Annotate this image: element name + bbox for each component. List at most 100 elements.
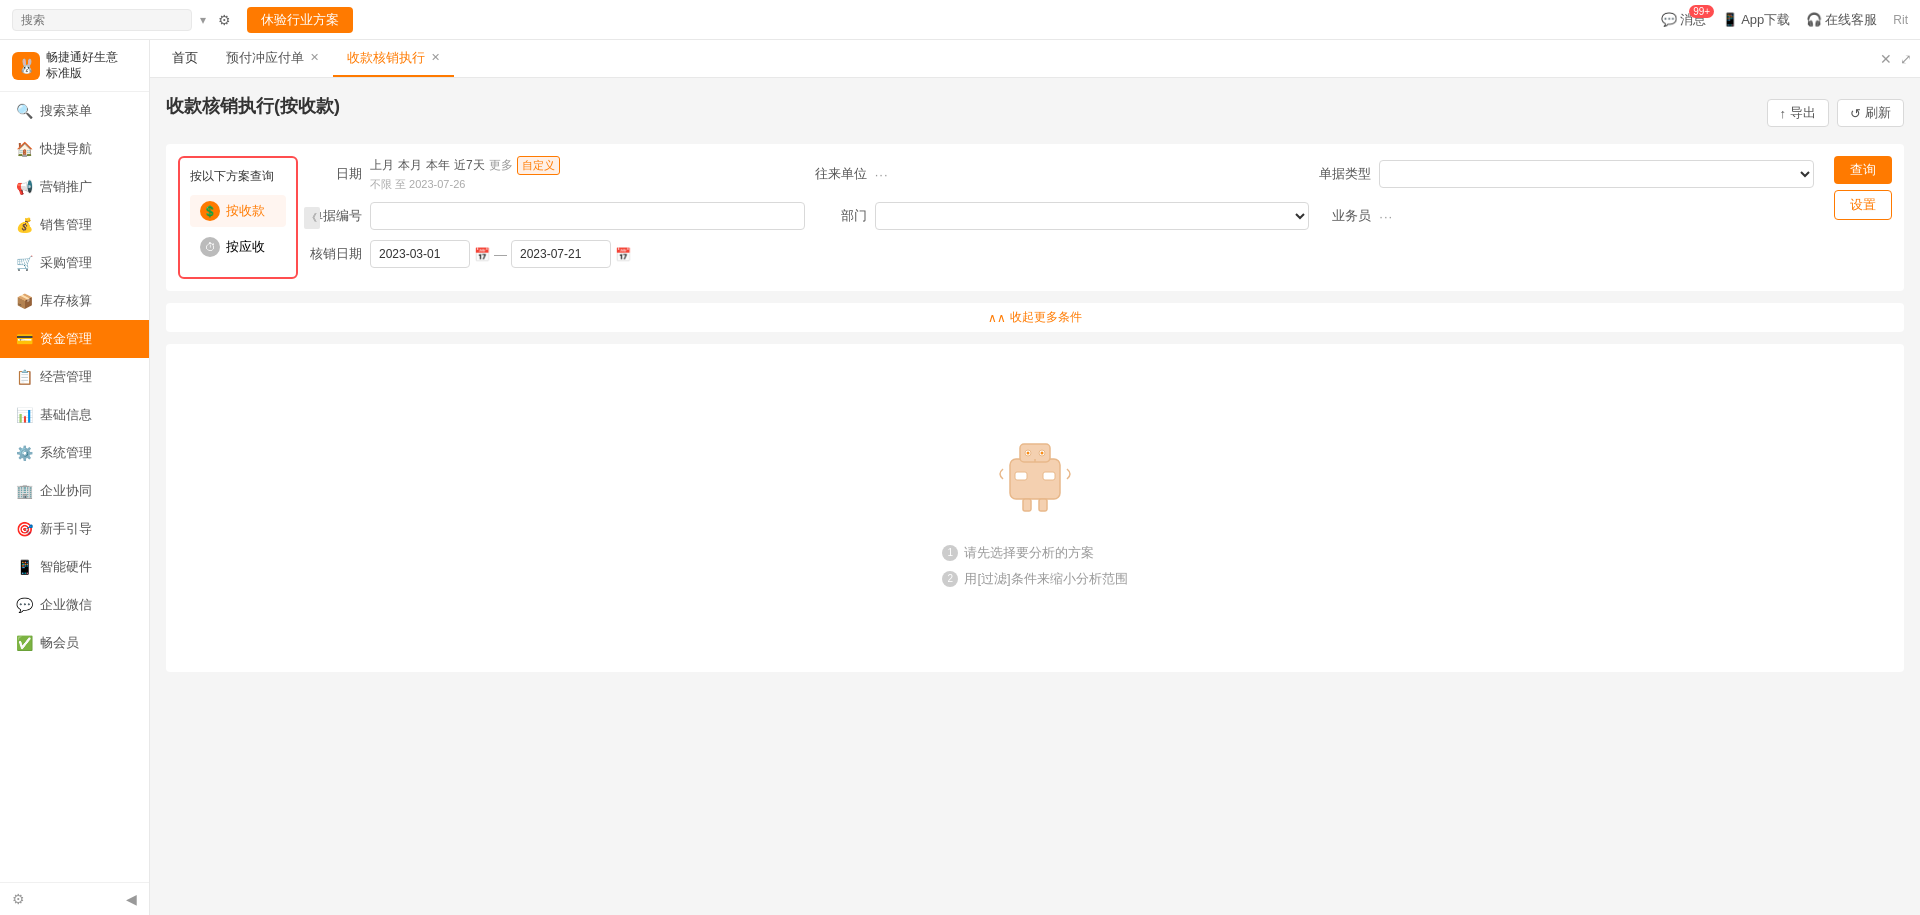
tab-home-label: 首页	[172, 49, 198, 67]
sidebar-item-label: 经营管理	[40, 368, 92, 386]
tab-home[interactable]: 首页	[158, 41, 212, 77]
tab-close-all-icon[interactable]: ✕	[1880, 51, 1892, 67]
filter-settings-button[interactable]: 设置	[1834, 190, 1892, 220]
sidebar-item-purchase[interactable]: 🛒 采购管理	[0, 244, 149, 282]
filter-date-row: 日期 上月 本月 本年 近7天 更多 自定义 不限 至	[310, 156, 805, 192]
sidebar-footer: ⚙ ◀	[0, 882, 149, 915]
page-title: 收款核销执行(按收款)	[166, 94, 340, 118]
tab-receipt-writeoff[interactable]: 收款核销执行 ✕	[333, 41, 454, 77]
sidebar-item-label: 营销推广	[40, 178, 92, 196]
app-label: App下载	[1741, 11, 1790, 29]
service-icon: 🎧	[1806, 12, 1822, 27]
message-badge: 99+	[1689, 5, 1714, 18]
tab-receipt-writeoff-close[interactable]: ✕	[431, 51, 440, 64]
by-receivable-icon: ⏱	[200, 237, 220, 257]
dept-select[interactable]	[875, 202, 1310, 230]
sidebar-item-label: 快捷导航	[40, 140, 92, 158]
svg-rect-10	[1039, 499, 1047, 511]
sidebar-item-label: 搜索菜单	[40, 102, 92, 120]
sidebar-item-system[interactable]: ⚙️ 系统管理	[0, 434, 149, 472]
guide-icon: 🎯	[16, 521, 32, 537]
sidebar-item-marketing[interactable]: 📢 营销推广	[0, 168, 149, 206]
collapse-more-button[interactable]: ∧∧ 收起更多条件	[166, 303, 1904, 332]
top-bar-right: 💬 消息 99+ 📱 App下载 🎧 在线客服 Rit	[1661, 11, 1908, 29]
filter-dept-row: 部门	[815, 202, 1310, 230]
sidebar-item-label: 新手引导	[40, 520, 92, 538]
docnumber-input[interactable]	[370, 202, 805, 230]
partner-dots[interactable]: ···	[875, 167, 889, 182]
top-search-input[interactable]	[12, 9, 192, 31]
empty-tip-2: 2 用[过滤]条件来缩小分析范围	[942, 566, 1127, 592]
wechat-icon: 💬	[16, 597, 32, 613]
doctype-select[interactable]	[1379, 160, 1814, 188]
sidebar-collapse-icon[interactable]: ◀	[126, 891, 137, 907]
date-last-month[interactable]: 上月	[370, 157, 394, 174]
online-service-button[interactable]: 🎧 在线客服	[1806, 11, 1877, 29]
member-icon: ✅	[16, 635, 32, 651]
date-range-info: 不限 至 2023-07-26	[370, 177, 805, 192]
tab-prepay-close[interactable]: ✕	[310, 51, 319, 64]
sidebar-item-basic-info[interactable]: 📊 基础信息	[0, 396, 149, 434]
sidebar-item-wechat[interactable]: 💬 企业微信	[0, 586, 149, 624]
dept-label: 部门	[815, 207, 867, 225]
filter-option-by-receivable[interactable]: ⏱ 按应收	[190, 231, 286, 263]
date-this-month[interactable]: 本月	[398, 157, 422, 174]
sidebar-item-label: 企业协同	[40, 482, 92, 500]
tab-prepay[interactable]: 预付冲应付单 ✕	[212, 41, 333, 77]
sidebar-settings-icon[interactable]: ⚙	[12, 891, 25, 907]
user-name[interactable]: Rit	[1893, 13, 1908, 27]
search-menu-icon: 🔍	[16, 103, 32, 119]
purchase-icon: 🛒	[16, 255, 32, 271]
system-icon: ⚙️	[16, 445, 32, 461]
date-more[interactable]: 更多	[489, 157, 513, 174]
settings-icon[interactable]: ⚙	[218, 12, 231, 28]
writeoff-end-calendar-icon[interactable]: 📅	[615, 247, 631, 262]
app-icon: 📱	[1722, 12, 1738, 27]
svg-rect-8	[1043, 472, 1055, 480]
tabs-actions: ✕ ⤢	[1880, 51, 1912, 67]
page-content: 收款核销执行(按收款) ↑ 导出 ↺ 刷新 按以下方案查询	[150, 78, 1920, 915]
date-7days[interactable]: 近7天	[454, 157, 485, 174]
date-custom[interactable]: 自定义	[517, 156, 560, 175]
empty-state: 1 请先选择要分析的方案 2 用[过滤]条件来缩小分析范围	[166, 344, 1904, 672]
writeoff-date-label: 核销日期	[310, 245, 362, 263]
sidebar-item-label: 采购管理	[40, 254, 92, 272]
export-button[interactable]: ↑ 导出	[1767, 99, 1830, 127]
doctype-label: 单据类型	[1319, 165, 1371, 183]
sidebar: 🐰 畅捷通好生意 标准版 🔍 搜索菜单 🏠 快捷导航 📢 营销推广 💰 销售管理…	[0, 40, 150, 915]
search-dropdown-arrow[interactable]: ▾	[200, 13, 206, 27]
tab-receipt-writeoff-label: 收款核销执行	[347, 49, 425, 67]
sidebar-item-guide[interactable]: 🎯 新手引导	[0, 510, 149, 548]
salesman-dots[interactable]: ···	[1379, 209, 1393, 224]
sidebar-item-quick-nav[interactable]: 🏠 快捷导航	[0, 130, 149, 168]
empty-tip-1-text: 请先选择要分析的方案	[964, 540, 1094, 566]
refresh-button[interactable]: ↺ 刷新	[1837, 99, 1904, 127]
sidebar-item-cooperation[interactable]: 🏢 企业协同	[0, 472, 149, 510]
filter-option-by-receipt[interactable]: 💲 按收款	[190, 195, 286, 227]
export-icon: ↑	[1780, 106, 1787, 121]
sidebar-item-hardware[interactable]: 📱 智能硬件	[0, 548, 149, 586]
inventory-icon: 📦	[16, 293, 32, 309]
app-download-button[interactable]: 📱 App下载	[1722, 11, 1790, 29]
filter-collapse-button[interactable]: 《	[304, 207, 320, 229]
sidebar-item-operations[interactable]: 📋 经营管理	[0, 358, 149, 396]
date-this-year[interactable]: 本年	[426, 157, 450, 174]
writeoff-date-range: 📅 — 📅	[370, 240, 808, 268]
empty-illustration	[985, 424, 1085, 524]
writeoff-start-calendar-icon[interactable]: 📅	[474, 247, 490, 262]
writeoff-end-date[interactable]	[511, 240, 611, 268]
query-buttons: 查询 设置	[1834, 156, 1892, 279]
solution-button[interactable]: 休验行业方案	[247, 7, 353, 33]
sidebar-item-search-menu[interactable]: 🔍 搜索菜单	[0, 92, 149, 130]
writeoff-start-date[interactable]	[370, 240, 470, 268]
message-button[interactable]: 💬 消息 99+	[1661, 11, 1706, 29]
tabs-bar: 首页 预付冲应付单 ✕ 收款核销执行 ✕ ✕ ⤢	[150, 40, 1920, 78]
filter-selector: 按以下方案查询 💲 按收款 ⏱ 按应收	[178, 156, 298, 279]
sidebar-item-member[interactable]: ✅ 畅会员	[0, 624, 149, 662]
sidebar-item-finance[interactable]: 💳 资金管理	[0, 320, 149, 358]
filter-doctype-row: 单据类型	[1319, 156, 1814, 192]
sidebar-item-sales[interactable]: 💰 销售管理	[0, 206, 149, 244]
sidebar-item-inventory[interactable]: 📦 库存核算	[0, 282, 149, 320]
query-button[interactable]: 查询	[1834, 156, 1892, 184]
tab-fullscreen-icon[interactable]: ⤢	[1900, 51, 1912, 67]
